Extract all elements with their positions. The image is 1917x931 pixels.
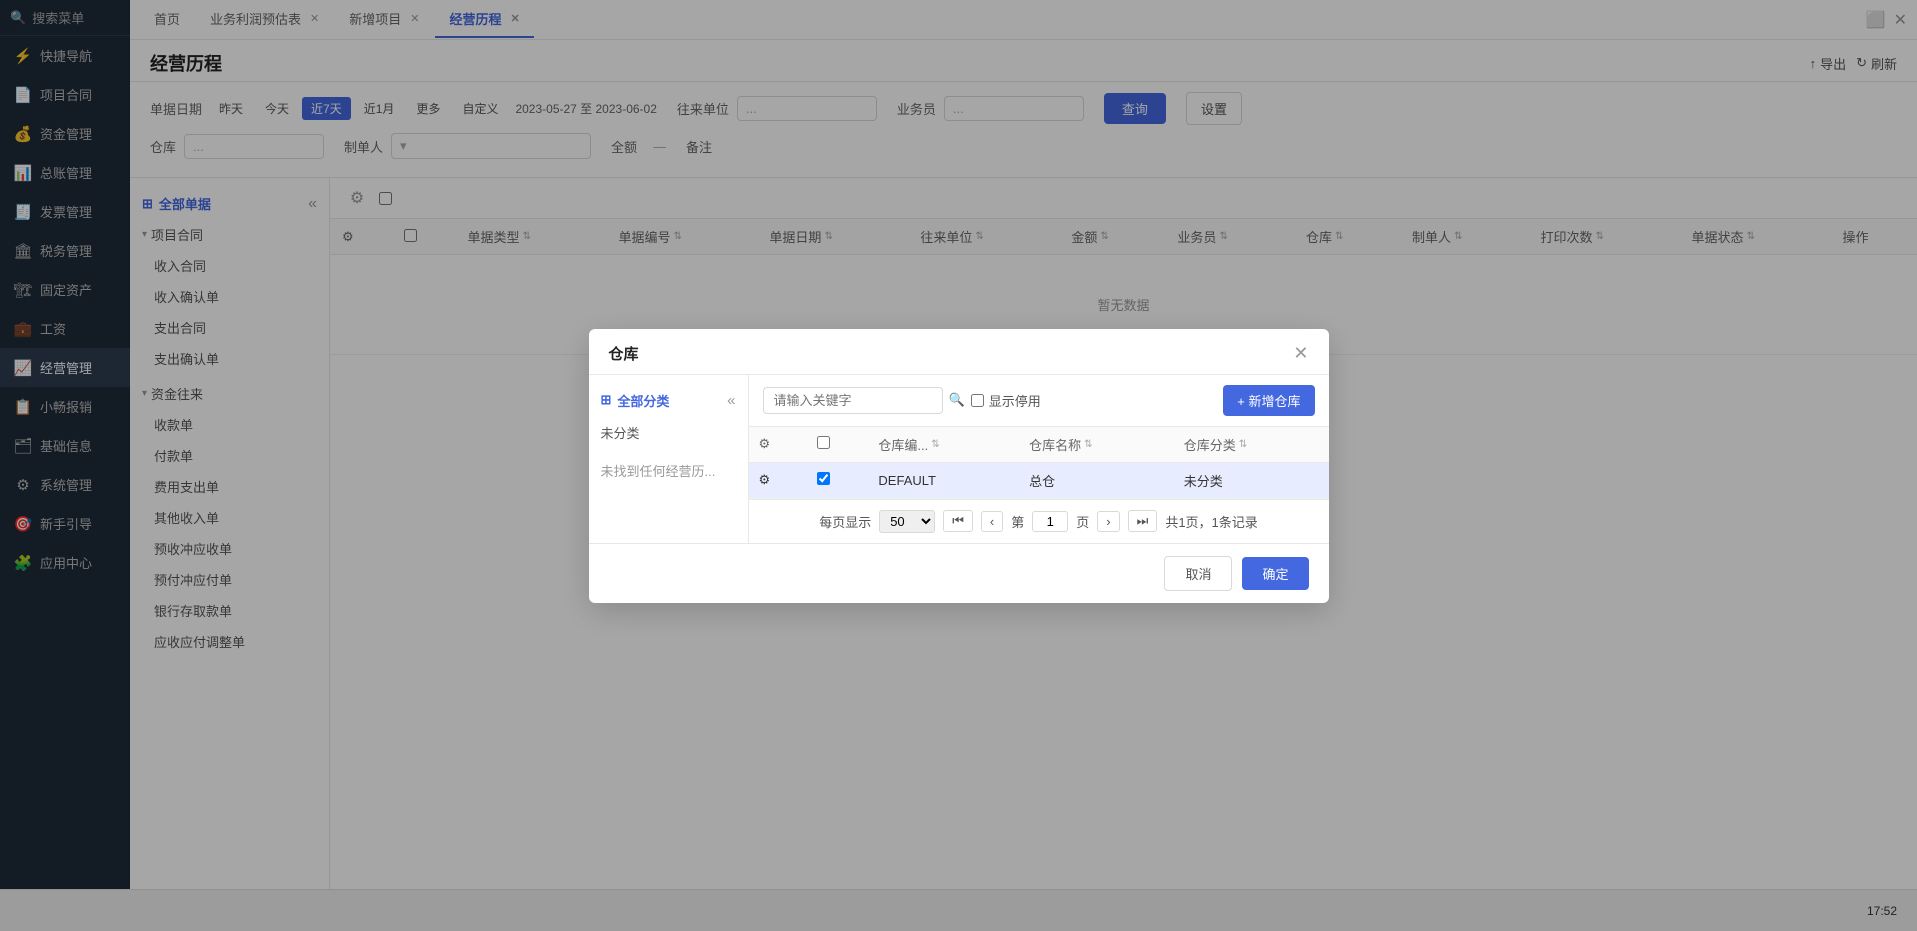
modal-table-wrapper: ⚙ 仓库编...⇅ 仓库名称⇅ 仓库分类⇅ ⚙ DEFAUL [749, 427, 1329, 499]
warehouse-modal: 仓库 ✕ ⊞ 全部分类 « 未分类 未找到任何经营历... [589, 329, 1329, 603]
show-disabled-checkbox[interactable] [971, 394, 984, 407]
row-code-cell: DEFAULT [868, 462, 1019, 498]
modal-left-collapse-icon[interactable]: « [727, 392, 735, 409]
modal-no-result-msg: 未找到任何经营历... [589, 449, 748, 492]
modal-search-icon[interactable]: 🔍 [949, 392, 965, 408]
modal-col-check [807, 427, 868, 463]
add-warehouse-button[interactable]: + 新增仓库 [1223, 385, 1314, 416]
modal-category-label: 未分类 [601, 426, 640, 441]
modal-sort-2: ⇅ [1084, 439, 1092, 450]
row-gear-icon: ⚙ [759, 472, 771, 487]
modal-overlay[interactable]: 仓库 ✕ ⊞ 全部分类 « 未分类 未找到任何经营历... [0, 0, 1917, 931]
modal-right-panel: 🔍 显示停用 + 新增仓库 ⚙ [749, 375, 1329, 543]
modal-all-category-button[interactable]: ⊞ 全部分类 [601, 391, 670, 410]
modal-page-end-label: 页 [1076, 512, 1089, 531]
row-category-cell: 未分类 [1174, 462, 1329, 498]
show-disabled-label: 显示停用 [989, 391, 1041, 410]
modal-first-page-btn[interactable]: ⏮ [943, 510, 973, 532]
modal-header-checkbox[interactable] [817, 436, 830, 449]
modal-total-label: 共1页，1条记录 [1165, 512, 1257, 531]
row-name-cell: 总仓 [1019, 462, 1174, 498]
modal-col-category: 仓库分类⇅ [1174, 427, 1329, 463]
modal-col-name: 仓库名称⇅ [1019, 427, 1174, 463]
grid-icon-modal: ⊞ [601, 392, 612, 408]
modal-close-button[interactable]: ✕ [1293, 343, 1308, 364]
row-check-cell [807, 462, 868, 498]
modal-all-label: 全部分类 [617, 391, 669, 410]
modal-toolbar: 🔍 显示停用 + 新增仓库 [749, 375, 1329, 427]
modal-per-page-label: 每页显示 [819, 512, 871, 531]
modal-warehouse-table: ⚙ 仓库编...⇅ 仓库名称⇅ 仓库分类⇅ ⚙ DEFAUL [749, 427, 1329, 499]
row-checkbox[interactable] [817, 472, 830, 485]
modal-next-page-btn[interactable]: › [1097, 511, 1119, 532]
modal-table-row[interactable]: ⚙ DEFAULT 总仓 未分类 [749, 462, 1329, 498]
modal-footer: 取消 确定 [589, 543, 1329, 603]
modal-col-gear: ⚙ [749, 427, 808, 463]
modal-prev-page-btn[interactable]: ‹ [981, 511, 1003, 532]
modal-sort-1: ⇅ [931, 439, 939, 450]
modal-page-label: 第 [1011, 512, 1024, 531]
modal-gear-icon: ⚙ [759, 436, 771, 451]
modal-left-header: ⊞ 全部分类 « [589, 385, 748, 416]
confirm-button[interactable]: 确定 [1242, 557, 1308, 590]
modal-title: 仓库 [609, 343, 639, 364]
modal-sort-3: ⇅ [1239, 439, 1247, 450]
modal-pagination: 每页显示 50 20 100 ⏮ ‹ 第 页 › ⏭ 共1页，1条记录 [749, 499, 1329, 543]
modal-search-input[interactable] [763, 387, 943, 414]
modal-show-disabled-checkbox-label[interactable]: 显示停用 [971, 391, 1041, 410]
modal-per-page-select[interactable]: 50 20 100 [879, 510, 935, 533]
modal-last-page-btn[interactable]: ⏭ [1128, 510, 1158, 532]
modal-category-unclassified[interactable]: 未分类 [589, 416, 748, 449]
modal-page-input[interactable] [1032, 511, 1068, 532]
modal-left-panel: ⊞ 全部分类 « 未分类 未找到任何经营历... [589, 375, 749, 543]
modal-header: 仓库 ✕ [589, 329, 1329, 375]
modal-col-code: 仓库编...⇅ [868, 427, 1019, 463]
row-gear-cell: ⚙ [749, 462, 808, 498]
modal-search-area: 🔍 显示停用 [763, 387, 1041, 414]
cancel-button[interactable]: 取消 [1164, 556, 1232, 591]
modal-body: ⊞ 全部分类 « 未分类 未找到任何经营历... 🔍 [589, 375, 1329, 543]
